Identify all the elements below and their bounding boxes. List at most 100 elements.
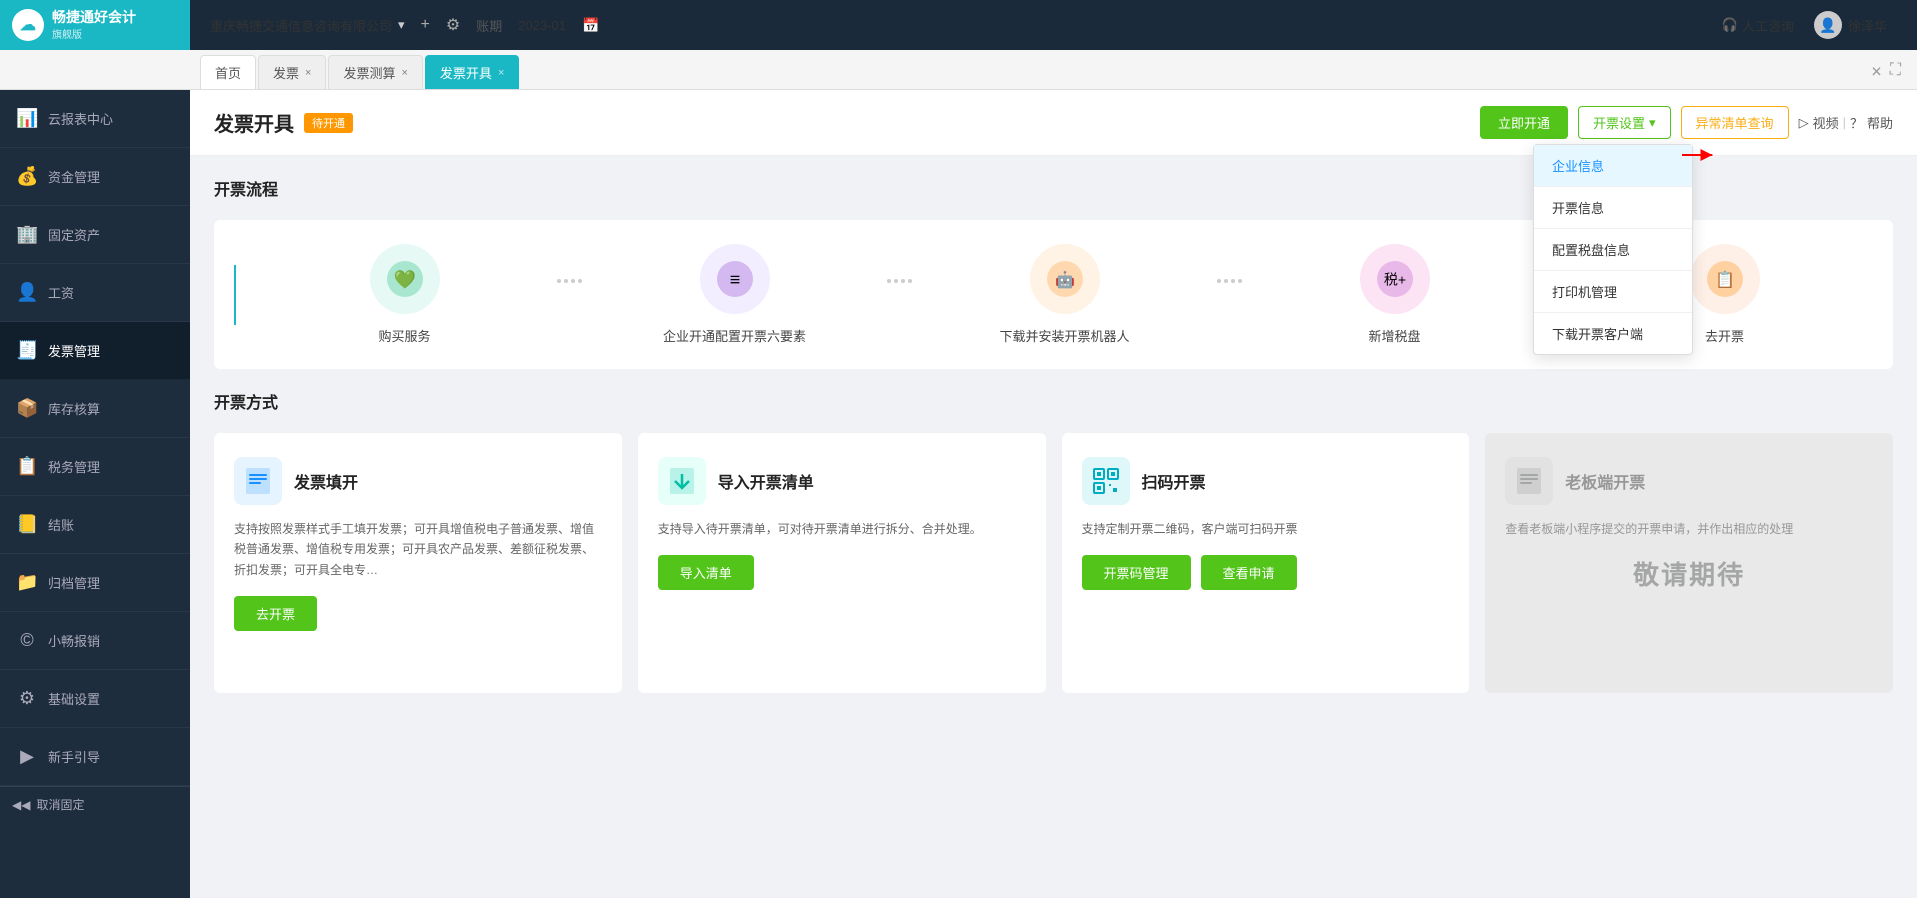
pin-icon: ◀◀ [12, 798, 30, 812]
tab-fapiao-close[interactable]: × [305, 67, 311, 79]
abnormal-button[interactable]: 异常清单查询 [1681, 106, 1789, 139]
flow-divider [234, 265, 236, 325]
sidebar-item-guidang[interactable]: 📁 归档管理 [0, 554, 190, 612]
sidebar-label-shuiwu: 税务管理 [48, 457, 100, 476]
sidebar-item-shuiwu[interactable]: 📋 税务管理 [0, 438, 190, 496]
dropdown-item-dayin[interactable]: 打印机管理 [1534, 271, 1692, 313]
flow-connector-2 [883, 279, 916, 311]
user-info[interactable]: 👤 徐泽华 [1814, 11, 1887, 39]
top-bar-center: 重庆畅捷交通信息咨询有限公司 ▾ + ⚙ 账期 2023-01 📅 [190, 15, 1722, 35]
import-button[interactable]: 导入清单 [658, 555, 754, 590]
sidebar-label-guidang: 归档管理 [48, 573, 100, 592]
scan-title: 扫码开票 [1142, 469, 1206, 493]
scan-desc: 支持定制开票二维码，客户端可扫码开票 [1082, 519, 1450, 539]
play-circle-icon[interactable]: ▷ [1799, 115, 1809, 131]
content-header: 发票开具 待开通 立即开通 开票设置 ▾ 异常清单查询 ▷ 视频 | ？ 帮助 [190, 90, 1917, 156]
dropdown-item-kaipiao[interactable]: 开票信息 [1534, 187, 1692, 229]
method-card-boss-header: 老板端开票 [1505, 457, 1873, 505]
sidebar-item-jiezhang[interactable]: 📒 结账 [0, 496, 190, 554]
sidebar-item-zijin[interactable]: 💰 资金管理 [0, 148, 190, 206]
red-arrow-icon [1682, 143, 1722, 167]
video-label[interactable]: 视频 [1813, 113, 1839, 132]
dropdown-label-peizhi: 配置税盘信息 [1552, 243, 1630, 258]
step-label-5: 去开票 [1705, 326, 1744, 345]
tab-fapiaocesuan[interactable]: 发票测算 × [328, 55, 422, 89]
tab-fapiaokaiju-label: 发票开具 [440, 63, 492, 82]
step-icon-3: 🤖 [1030, 244, 1100, 314]
tab-fapiaokaiju-close[interactable]: × [498, 67, 504, 79]
import-icon [658, 457, 706, 505]
scan-qr-button[interactable]: 开票码管理 [1082, 555, 1191, 590]
flow-connector-3 [1213, 279, 1246, 311]
sidebar-collapse[interactable]: ◀◀ 取消固定 [0, 786, 190, 822]
scan-icon [1082, 457, 1130, 505]
sidebar-item-gongzi[interactable]: 👤 工资 [0, 264, 190, 322]
chart-icon: 📊 [16, 108, 38, 129]
calendar-icon[interactable]: 📅 [582, 17, 599, 34]
headset-icon: 🎧 [1722, 17, 1738, 33]
svg-text:税+: 税+ [1383, 271, 1405, 287]
page-title: 发票开具 [214, 108, 294, 137]
receipt-icon: 🧾 [16, 340, 38, 361]
step-icon-2: ≡ [700, 244, 770, 314]
consultation-label: 人工咨询 [1742, 16, 1794, 35]
sidebar-label-yunbao: 云报表中心 [48, 109, 113, 128]
play-icon: ▶ [16, 746, 38, 767]
company-selector[interactable]: 重庆畅捷交通信息咨询有限公司 ▾ [210, 16, 405, 35]
consultation-btn[interactable]: 🎧 人工咨询 [1722, 16, 1794, 35]
person-icon: 👤 [16, 282, 38, 303]
header-actions: 立即开通 开票设置 ▾ 异常清单查询 ▷ 视频 | ？ 帮助 [1480, 106, 1893, 139]
logo-sub: 旗舰版 [52, 26, 136, 41]
svg-text:💚: 💚 [393, 269, 416, 289]
dropdown-arrow-icon: ▾ [1649, 115, 1656, 131]
step-label-3: 下载并安装开票机器人 [999, 326, 1129, 345]
boss-title: 老板端开票 [1565, 469, 1645, 493]
sidebar-item-yunbao[interactable]: 📊 云报表中心 [0, 90, 190, 148]
sidebar-label-kucun: 库存核算 [48, 399, 100, 418]
import-desc: 支持导入待开票清单，可对待开票清单进行拆分、合并处理。 [658, 519, 1026, 539]
settings-button-label: 开票设置 [1593, 113, 1645, 132]
sidebar-item-kucun[interactable]: 📦 库存核算 [0, 380, 190, 438]
tab-fapiaocesuan-close[interactable]: × [401, 67, 407, 79]
box-icon: 📦 [16, 398, 38, 419]
sidebar-item-xiaochang[interactable]: © 小畅报销 [0, 612, 190, 670]
method-card-boss: 老板端开票 查看老板端小程序提交的开票申请，并作出相应的处理 敬请期待 [1485, 433, 1893, 693]
sidebar-label-fapiao: 发票管理 [48, 341, 100, 360]
sidebar-item-xinshouyindao[interactable]: ▶ 新手引导 [0, 728, 190, 786]
money-icon: 💰 [16, 166, 38, 187]
scan-buttons: 开票码管理 查看申请 [1082, 555, 1450, 590]
help-area: ▷ 视频 | ？ 帮助 [1799, 113, 1893, 132]
dropdown-item-peizhi[interactable]: 配置税盘信息 [1534, 229, 1692, 271]
tab-fapiaokaiju[interactable]: 发票开具 × [425, 55, 519, 89]
fill-go-button[interactable]: 去开票 [234, 596, 317, 631]
method-card-fill-header: 发票填开 [234, 457, 602, 505]
dropdown-item-qiye[interactable]: 企业信息 [1534, 145, 1692, 187]
maximize-icon[interactable]: ⛶ [1890, 61, 1901, 82]
close-window-icon[interactable]: × [1871, 61, 1882, 82]
settings-icon[interactable]: ⚙ [446, 15, 460, 35]
step-label-4: 新增税盘 [1368, 326, 1420, 345]
logo-text: 畅捷通好会计 [52, 9, 136, 26]
sidebar-label-jichushezhi: 基础设置 [48, 689, 100, 708]
dropdown-label-kaipiao: 开票信息 [1552, 201, 1604, 216]
help-label[interactable]: 帮助 [1867, 113, 1893, 132]
scan-apply-button[interactable]: 查看申请 [1201, 555, 1297, 590]
sidebar-item-gudingzichan[interactable]: 🏢 固定资产 [0, 206, 190, 264]
sidebar-item-fapiao[interactable]: 🧾 发票管理 [0, 322, 190, 380]
add-icon[interactable]: + [421, 16, 430, 34]
top-bar: ☁ 畅捷通好会计 旗舰版 重庆畅捷交通信息咨询有限公司 ▾ + ⚙ 账期 202… [0, 0, 1917, 50]
tab-home[interactable]: 首页 [200, 55, 256, 89]
flow-connector-1 [553, 279, 586, 311]
activate-button[interactable]: 立即开通 [1480, 106, 1568, 139]
content-area: 发票开具 待开通 立即开通 开票设置 ▾ 异常清单查询 ▷ 视频 | ？ 帮助 [190, 90, 1917, 898]
methods-section-title: 开票方式 [214, 389, 1893, 413]
method-cards: 发票填开 支持按照发票样式手工填开发票；可开具增值税电子普通发票、增值税普通发票… [214, 433, 1893, 693]
sidebar-collapse-label: 取消固定 [36, 796, 84, 813]
sidebar-item-jichushezhi[interactable]: ⚙ 基础设置 [0, 670, 190, 728]
tab-fapiao[interactable]: 发票 × [258, 55, 326, 89]
top-bar-actions: 🎧 人工咨询 👤 徐泽华 [1722, 11, 1907, 39]
step-icon-4: 税+ [1360, 244, 1430, 314]
settings-button[interactable]: 开票设置 ▾ [1578, 106, 1671, 139]
dropdown-item-xiazai[interactable]: 下载开票客户端 [1534, 313, 1692, 354]
step-label-2: 企业开通配置开票六要素 [663, 326, 806, 345]
